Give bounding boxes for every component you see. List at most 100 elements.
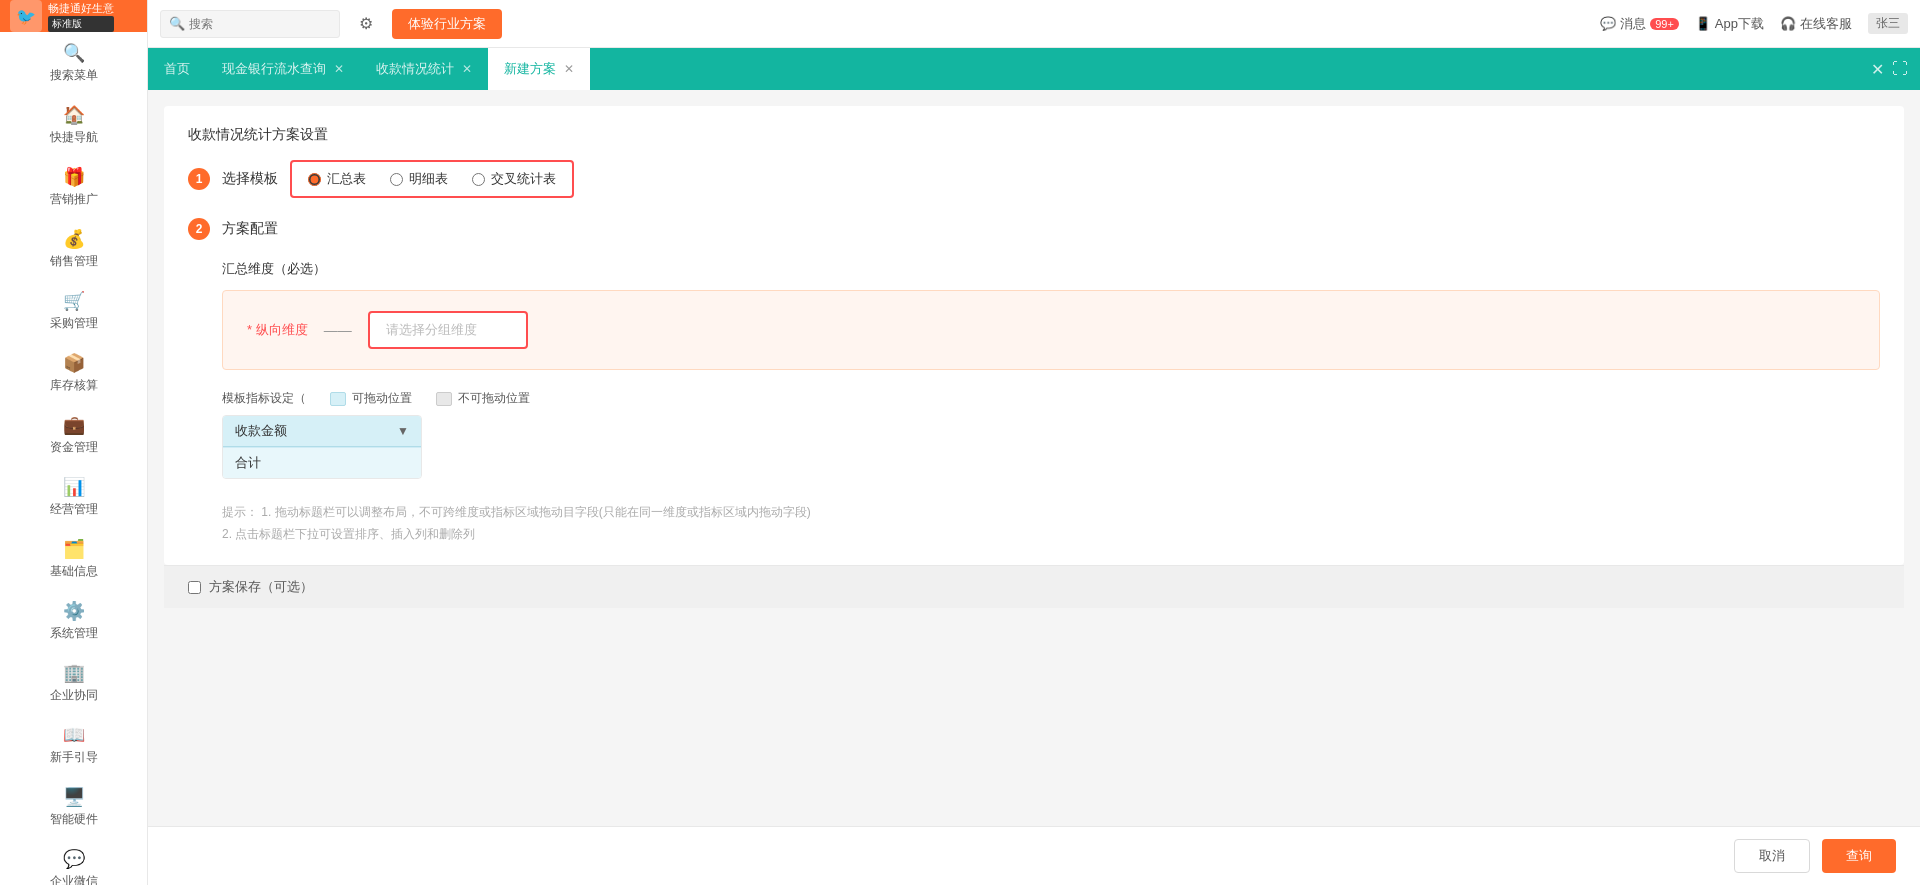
sidebar-item-finance[interactable]: 💼 资金管理 — [0, 404, 147, 466]
sidebar-item-label: 企业微信 — [50, 873, 98, 885]
legend-draggable: 可拖动位置 — [330, 390, 412, 407]
sidebar-item-operation[interactable]: 📊 经营管理 — [0, 466, 147, 528]
indicator-section: 模板指标设定（ 可拖动位置 不可拖动位置 收款金额 — [222, 390, 1880, 482]
sidebar-logo: 🐦 畅捷通好生意 标准版 — [0, 0, 147, 32]
indicator-table-header: 收款金额 ▼ — [223, 416, 421, 447]
message-button[interactable]: 💬 消息 99+ — [1600, 15, 1679, 33]
sidebar-item-inventory[interactable]: 📦 库存核算 — [0, 342, 147, 404]
sidebar-item-basic[interactable]: 🗂️ 基础信息 — [0, 528, 147, 590]
step1-label: 选择模板 — [222, 170, 278, 188]
tab-bank-flow[interactable]: 现金银行流水查询 ✕ — [206, 48, 360, 90]
dimension-arrow-icon: —— — [324, 322, 352, 338]
radio-cross-label: 交叉统计表 — [491, 170, 556, 188]
tab-window-close-icon[interactable]: ✕ — [1871, 60, 1884, 79]
app-icon: 📱 — [1695, 16, 1711, 31]
online-service-label: 在线客服 — [1800, 15, 1852, 33]
sidebar-item-wechat[interactable]: 💬 企业微信 — [0, 838, 147, 885]
legend-non-draggable-label: 不可拖动位置 — [458, 390, 530, 407]
online-service-button[interactable]: 🎧 在线客服 — [1780, 15, 1852, 33]
radio-cross-input[interactable] — [472, 173, 485, 186]
radio-detail-input[interactable] — [390, 173, 403, 186]
dimension-select[interactable]: 请选择分组维度 — [368, 311, 528, 349]
purchase-icon: 🛒 — [63, 290, 85, 312]
tab-receipt-stats-close[interactable]: ✕ — [462, 62, 472, 76]
system-icon: ⚙️ — [63, 600, 85, 622]
sidebar-item-label: 智能硬件 — [50, 811, 98, 828]
step2-label: 方案配置 — [222, 220, 278, 238]
legend-draggable-box — [330, 392, 346, 406]
sidebar-item-label: 基础信息 — [50, 563, 98, 580]
sidebar-item-system[interactable]: ⚙️ 系统管理 — [0, 590, 147, 652]
sidebar-item-sales[interactable]: 💰 销售管理 — [0, 218, 147, 280]
search-input[interactable] — [189, 17, 329, 31]
search-menu-icon: 🔍 — [63, 42, 85, 64]
message-label: 消息 — [1620, 15, 1646, 33]
hardware-icon: 🖥️ — [63, 786, 85, 808]
row-dimension-label: * 纵向维度 — [247, 321, 308, 339]
sidebar-item-marketing[interactable]: 🎁 营销推广 — [0, 156, 147, 218]
app-download-button[interactable]: 📱 App下载 — [1695, 15, 1764, 33]
dimension-row: * 纵向维度 —— 请选择分组维度 — [247, 311, 1855, 349]
dimension-area: * 纵向维度 —— 请选择分组维度 — [222, 290, 1880, 370]
indicator-col-label: 收款金额 — [235, 422, 287, 440]
app-download-label: App下载 — [1715, 15, 1764, 33]
message-badge: 99+ — [1650, 18, 1679, 30]
radio-cross[interactable]: 交叉统计表 — [472, 170, 556, 188]
tab-new-plan[interactable]: 新建方案 ✕ — [488, 48, 590, 90]
sidebar-item-purchase[interactable]: 🛒 采购管理 — [0, 280, 147, 342]
tab-bank-flow-close[interactable]: ✕ — [334, 62, 344, 76]
sidebar-item-hardware[interactable]: 🖥️ 智能硬件 — [0, 776, 147, 838]
radio-summary-label: 汇总表 — [327, 170, 366, 188]
step2-number: 2 — [188, 218, 210, 240]
tab-maximize-icon[interactable]: ⛶ — [1892, 60, 1908, 78]
indicator-table-row: 合计 — [223, 447, 421, 478]
cancel-button[interactable]: 取消 — [1734, 839, 1810, 873]
radio-summary-input[interactable] — [308, 173, 321, 186]
main-area: 🔍 ⚙ 体验行业方案 💬 消息 99+ 📱 App下载 🎧 在线客服 张三 首页 — [148, 0, 1920, 885]
chevron-down-icon[interactable]: ▼ — [397, 424, 409, 438]
dimension-title: 汇总维度（必选） — [222, 260, 1880, 278]
query-button[interactable]: 查询 — [1822, 839, 1896, 873]
user-info[interactable]: 张三 — [1868, 13, 1908, 34]
sidebar-item-label: 企业协同 — [50, 687, 98, 704]
step2-content: 汇总维度（必选） * 纵向维度 —— 请选择分组维度 模板指标设定（ — [222, 260, 1880, 545]
sidebar: 🐦 畅捷通好生意 标准版 🔍 搜索菜单 🏠 快捷导航 🎁 营销推广 💰 销售管理… — [0, 0, 148, 885]
sidebar-item-label: 搜索菜单 — [50, 67, 98, 84]
tab-receipt-stats[interactable]: 收款情况统计 ✕ — [360, 48, 488, 90]
indicator-title: 模板指标设定（ — [222, 390, 306, 407]
search-icon: 🔍 — [169, 16, 185, 31]
industry-solution-button[interactable]: 体验行业方案 — [392, 9, 502, 39]
sidebar-item-search-menu[interactable]: 🔍 搜索菜单 — [0, 32, 147, 94]
search-box[interactable]: 🔍 — [160, 10, 340, 38]
sales-icon: 💰 — [63, 228, 85, 250]
operation-icon: 📊 — [63, 476, 85, 498]
basic-icon: 🗂️ — [63, 538, 85, 560]
inventory-icon: 📦 — [63, 352, 85, 374]
sidebar-item-collab[interactable]: 🏢 企业协同 — [0, 652, 147, 714]
sidebar-item-label: 库存核算 — [50, 377, 98, 394]
page-title: 收款情况统计方案设置 — [188, 126, 1880, 144]
sidebar-item-label: 快捷导航 — [50, 129, 98, 146]
radio-detail-label: 明细表 — [409, 170, 448, 188]
quick-nav-icon: 🏠 — [63, 104, 85, 126]
settings-gear[interactable]: ⚙ — [352, 10, 380, 38]
save-checkbox[interactable] — [188, 581, 201, 594]
tab-new-plan-close[interactable]: ✕ — [564, 62, 574, 76]
message-icon: 💬 — [1600, 16, 1616, 31]
legend-non-draggable: 不可拖动位置 — [436, 390, 530, 407]
sidebar-item-guide[interactable]: 📖 新手引导 — [0, 714, 147, 776]
sidebar-item-quick-nav[interactable]: 🏠 快捷导航 — [0, 94, 147, 156]
save-option-label[interactable]: 方案保存（可选） — [209, 578, 313, 596]
main-card: 收款情况统计方案设置 1 选择模板 汇总表 明细表 交叉统计 — [164, 106, 1904, 565]
topbar: 🔍 ⚙ 体验行业方案 💬 消息 99+ 📱 App下载 🎧 在线客服 张三 — [148, 0, 1920, 48]
indicator-row-label: 合计 — [235, 455, 261, 470]
radio-detail[interactable]: 明细表 — [390, 170, 448, 188]
tabbar: 首页 现金银行流水查询 ✕ 收款情况统计 ✕ 新建方案 ✕ ✕ ⛶ — [148, 48, 1920, 90]
logo-icon: 🐦 — [10, 0, 42, 32]
radio-summary[interactable]: 汇总表 — [308, 170, 366, 188]
tab-receipt-stats-label: 收款情况统计 — [376, 60, 454, 78]
sidebar-item-label: 采购管理 — [50, 315, 98, 332]
tab-right-actions: ✕ ⛶ — [1871, 60, 1920, 79]
tab-home[interactable]: 首页 — [148, 48, 206, 90]
indicator-header: 模板指标设定（ 可拖动位置 不可拖动位置 — [222, 390, 1880, 407]
